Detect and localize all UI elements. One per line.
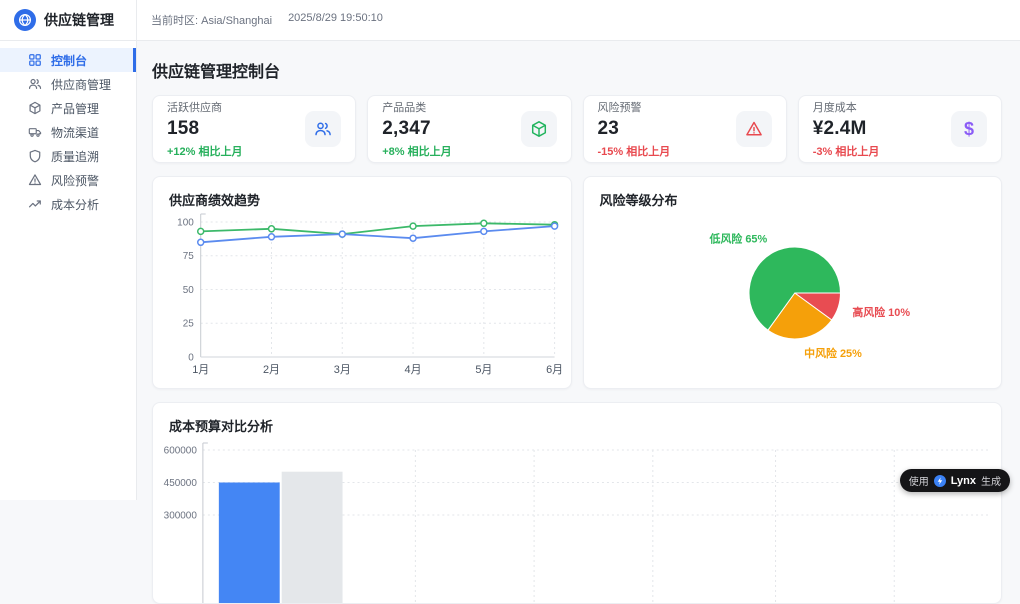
- bar-chart-card: 成本预算对比分析 300000 450000 600000: [152, 402, 1002, 604]
- sidebar-nav: 控制台 供应商管理 产品管理 物流渠道 质量追溯 风险预警: [0, 40, 137, 500]
- dollar-icon: $: [951, 111, 987, 147]
- stat-delta: -3% 相比上月: [813, 143, 880, 159]
- alert-triangle-icon: [28, 173, 42, 187]
- sidebar-item-label: 产品管理: [51, 100, 99, 117]
- sidebar-item-label: 质量追溯: [51, 148, 99, 165]
- sidebar-item-label: 风险预警: [51, 172, 99, 189]
- stat-value: ¥2.4M: [813, 118, 880, 140]
- sidebar-item-label: 控制台: [51, 52, 87, 69]
- svg-text:5月: 5月: [475, 364, 492, 376]
- stat-card-monthly-cost: 月度成本 ¥2.4M -3% 相比上月 $: [798, 95, 1002, 163]
- svg-text:450000: 450000: [164, 478, 198, 489]
- stat-label: 产品品类: [382, 99, 451, 115]
- lynx-badge[interactable]: 使用 Lynx 生成: [900, 469, 1010, 492]
- stat-label: 风险预警: [598, 99, 671, 115]
- app-logo-area: 供应链管理: [0, 0, 137, 40]
- sidebar-item-quality[interactable]: 质量追溯: [0, 144, 136, 168]
- svg-text:4月: 4月: [405, 364, 422, 376]
- svg-text:2月: 2月: [263, 364, 280, 376]
- people-icon: [28, 77, 42, 91]
- svg-text:中风险 25%: 中风险 25%: [804, 346, 862, 360]
- sidebar-item-dashboard[interactable]: 控制台: [0, 48, 136, 72]
- alert-triangle-icon: [736, 111, 772, 147]
- line-chart-card: 供应商绩效趋势 0 25 50 75 100 1月 2月 3月 4月 5月 6月: [152, 176, 572, 389]
- truck-icon: [28, 125, 42, 139]
- svg-text:1月: 1月: [192, 364, 209, 376]
- stat-card-active-suppliers: 活跃供应商 158 +12% 相比上月: [152, 95, 356, 163]
- sidebar-item-label: 物流渠道: [51, 124, 99, 141]
- stat-delta: -15% 相比上月: [598, 143, 671, 159]
- chart-title: 风险等级分布: [600, 190, 678, 209]
- svg-text:低风险 65%: 低风险 65%: [708, 232, 767, 246]
- stat-label: 月度成本: [813, 99, 880, 115]
- svg-text:600000: 600000: [164, 445, 198, 456]
- sidebar-item-risk[interactable]: 风险预警: [0, 168, 136, 192]
- badge-brand-text: Lynx: [951, 475, 976, 487]
- stat-card-product-categories: 产品品类 2,347 +8% 相比上月: [367, 95, 571, 163]
- people-icon: [305, 111, 341, 147]
- svg-text:25: 25: [183, 319, 195, 330]
- sidebar-item-products[interactable]: 产品管理: [0, 96, 136, 120]
- svg-text:高风险 10%: 高风险 10%: [852, 305, 910, 319]
- svg-text:300000: 300000: [164, 510, 198, 521]
- package-icon: [28, 101, 42, 115]
- dashboard-grid-icon: [28, 53, 42, 67]
- stat-card-risk-alerts: 风险预警 23 -15% 相比上月: [583, 95, 787, 163]
- bar-chart: 300000 450000 600000: [153, 403, 1001, 603]
- app-title: 供应链管理: [44, 10, 114, 30]
- header-meta: 当前时区: Asia/Shanghai 2025/8/29 19:50:10: [137, 12, 383, 28]
- svg-text:50: 50: [183, 285, 195, 296]
- svg-text:0: 0: [188, 352, 194, 363]
- svg-text:6月: 6月: [546, 364, 563, 376]
- charts-row: 供应商绩效趋势 0 25 50 75 100 1月 2月 3月 4月 5月 6月 风险等级分布 高风…: [152, 176, 1002, 389]
- lynx-logo-icon: [934, 475, 946, 487]
- current-datetime: 2025/8/29 19:50:10: [288, 12, 383, 28]
- globe-logo-icon: [14, 9, 36, 31]
- trend-up-icon: [28, 197, 42, 211]
- stat-label: 活跃供应商: [167, 99, 243, 115]
- stat-cards-row: 活跃供应商 158 +12% 相比上月 产品品类 2,347 +8% 相比上月: [152, 95, 1002, 163]
- badge-prefix-text: 使用: [909, 473, 929, 488]
- main-content: 供应链管理控制台 活跃供应商 158 +12% 相比上月 产品品类 2,347 …: [137, 40, 1020, 604]
- stat-delta: +8% 相比上月: [382, 143, 451, 159]
- top-header: 供应链管理 当前时区: Asia/Shanghai 2025/8/29 19:5…: [0, 0, 1020, 41]
- stat-value: 2,347: [382, 118, 451, 140]
- sidebar-item-logistics[interactable]: 物流渠道: [0, 120, 136, 144]
- page-title: 供应链管理控制台: [152, 58, 1002, 82]
- svg-text:100: 100: [177, 217, 194, 228]
- sidebar-item-label: 成本分析: [51, 196, 99, 213]
- stat-value: 23: [598, 118, 671, 140]
- badge-suffix-text: 生成: [981, 473, 1001, 488]
- package-icon: [521, 111, 557, 147]
- sidebar-item-label: 供应商管理: [51, 76, 111, 93]
- shield-icon: [28, 149, 42, 163]
- stat-value: 158: [167, 118, 243, 140]
- sidebar-item-suppliers[interactable]: 供应商管理: [0, 72, 136, 96]
- svg-text:3月: 3月: [334, 364, 351, 376]
- sidebar-item-cost[interactable]: 成本分析: [0, 192, 136, 216]
- chart-title: 成本预算对比分析: [169, 416, 273, 435]
- chart-title: 供应商绩效趋势: [169, 190, 260, 209]
- svg-text:75: 75: [183, 251, 195, 262]
- pie-chart-card: 风险等级分布 高风险 10% 中风险 25% 低风险 65%: [583, 176, 1003, 389]
- timezone-label: 当前时区: Asia/Shanghai: [151, 12, 272, 28]
- stat-delta: +12% 相比上月: [167, 143, 243, 159]
